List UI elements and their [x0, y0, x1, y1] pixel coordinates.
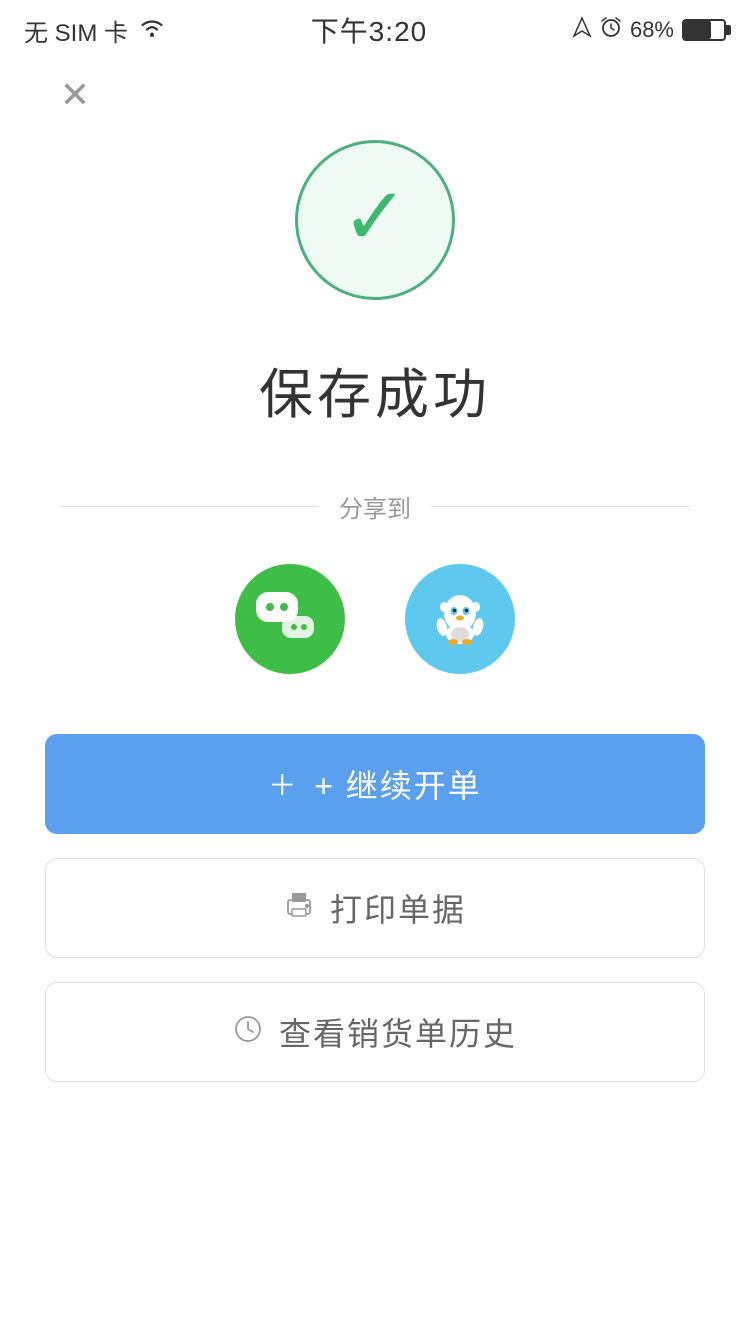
- wifi-icon: [138, 16, 166, 44]
- print-label: 打印单据: [330, 885, 466, 931]
- plus-icon: ＋: [268, 764, 298, 804]
- wechat-icon: [256, 592, 324, 646]
- alarm-icon: [600, 16, 622, 44]
- location-icon: [572, 16, 592, 44]
- history-button[interactable]: 查看销货单历史: [45, 982, 705, 1082]
- history-icon: [233, 1014, 263, 1051]
- actions: ＋ + 继续开单 打印单据 查看销货单历史: [45, 734, 705, 1082]
- main-content: ✓ 保存成功 分享到: [0, 60, 750, 1082]
- status-right: 68%: [572, 16, 726, 44]
- status-bar: 无 SIM 卡 下午3:20 68%: [0, 0, 750, 60]
- share-section: 分享到: [0, 489, 750, 674]
- success-title: 保存成功: [259, 350, 491, 429]
- status-time: 下午3:20: [311, 10, 428, 50]
- print-icon: [284, 891, 314, 926]
- carrier-label: 无 SIM 卡: [24, 13, 128, 48]
- checkmark-icon: ✓: [341, 177, 408, 257]
- status-left: 无 SIM 卡: [24, 13, 166, 48]
- close-button[interactable]: ✕: [50, 70, 100, 120]
- success-circle: ✓: [295, 140, 455, 300]
- wechat-share-button[interactable]: [235, 564, 345, 674]
- continue-button[interactable]: ＋ + 继续开单: [45, 734, 705, 834]
- divider-right: [431, 506, 690, 507]
- divider-left: [60, 506, 319, 507]
- continue-label: + 继续开单: [314, 761, 482, 807]
- battery-percent: 68%: [630, 17, 674, 43]
- print-button[interactable]: 打印单据: [45, 858, 705, 958]
- share-label: 分享到: [319, 489, 431, 524]
- close-icon: ✕: [60, 77, 90, 113]
- qq-icon: [428, 587, 492, 651]
- share-icons: [235, 564, 515, 674]
- history-label: 查看销货单历史: [279, 1009, 517, 1055]
- share-divider: 分享到: [0, 489, 750, 524]
- battery-icon: [682, 19, 726, 41]
- qq-share-button[interactable]: [405, 564, 515, 674]
